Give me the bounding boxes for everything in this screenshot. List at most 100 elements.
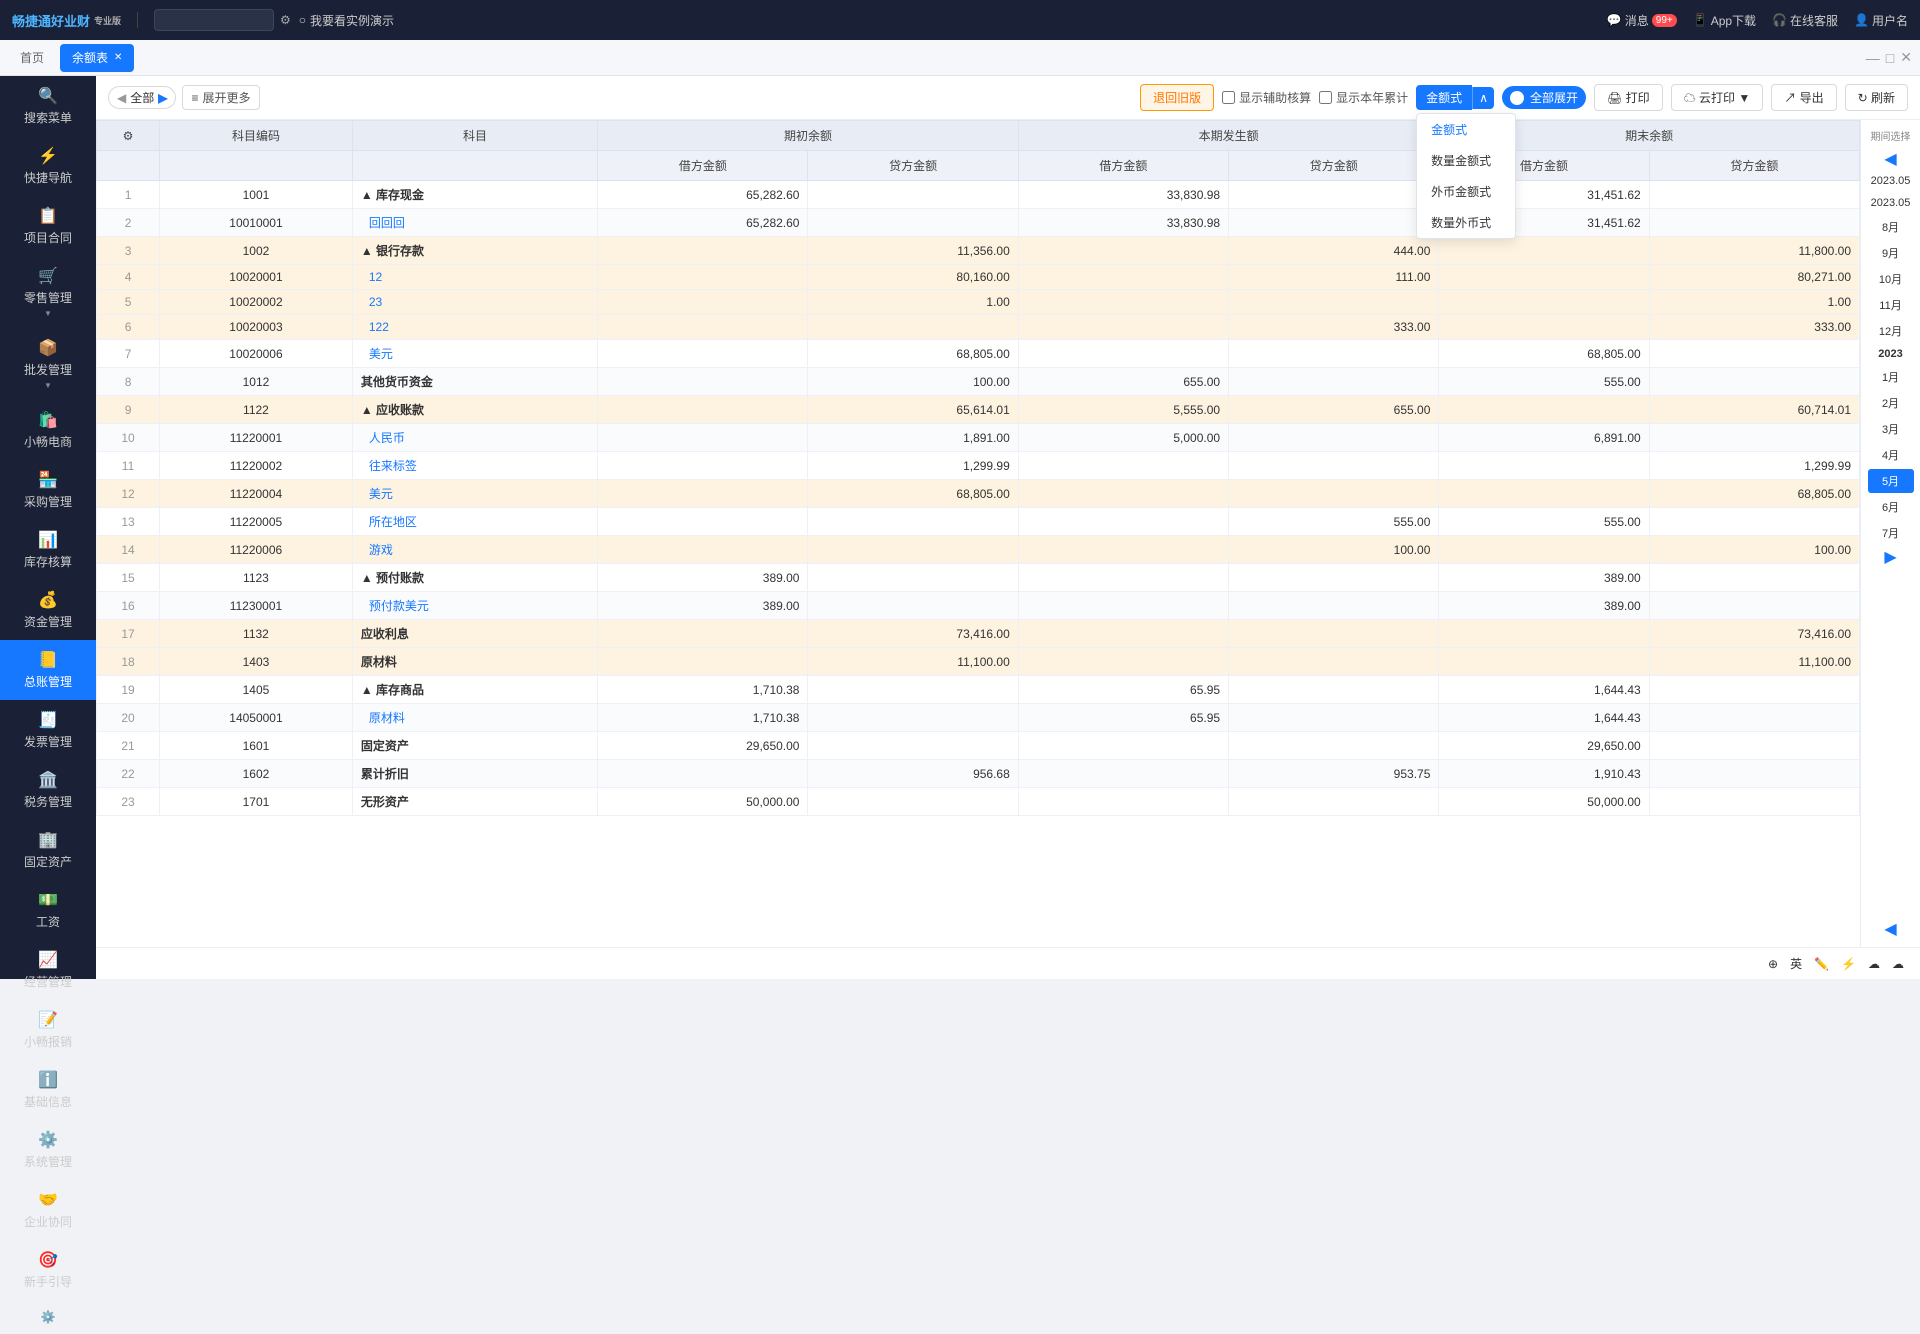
cell-eb-credit bbox=[1649, 676, 1859, 704]
sidebar-item-quicknav[interactable]: ⚡ 快捷导航 bbox=[0, 136, 96, 196]
mode-main-btn[interactable]: 金额式 bbox=[1416, 85, 1472, 110]
cell-cur-debit: 5,555.00 bbox=[1018, 396, 1228, 424]
cell-eb-credit: 333.00 bbox=[1649, 315, 1859, 340]
mode-arrow-btn[interactable]: ∧ bbox=[1472, 87, 1494, 109]
sidebar-item-assets[interactable]: 🏢 固定资产 bbox=[0, 820, 96, 880]
cell-ob-credit bbox=[808, 704, 1018, 732]
expand-btn[interactable]: ≡ 展开更多 bbox=[182, 85, 259, 110]
sidebar-item-accounting[interactable]: 📒 总账管理 bbox=[0, 640, 96, 700]
period-nav-next[interactable]: ▶ bbox=[1884, 547, 1896, 567]
tab-close-btn[interactable]: ✕ bbox=[114, 52, 122, 63]
sidebar-item-capital[interactable]: 💰 资金管理 bbox=[0, 580, 96, 640]
message-btn[interactable]: 💬 消息 99+ bbox=[1607, 12, 1677, 29]
period-3[interactable]: 3月 bbox=[1868, 417, 1914, 441]
accounting-icon: 📒 bbox=[38, 650, 58, 670]
sidebar-settings[interactable]: ⚙️ bbox=[0, 1300, 96, 1334]
sidebar-item-system[interactable]: ⚙️ 系统管理 bbox=[0, 1120, 96, 1180]
window-maximize-btn[interactable]: □ bbox=[1886, 50, 1894, 66]
mode-option-amount[interactable]: 金额式 bbox=[1417, 114, 1515, 145]
settings-top-icon[interactable]: ⚙ bbox=[280, 13, 291, 27]
sidebar-item-report[interactable]: 📝 小畅报销 bbox=[0, 1000, 96, 1060]
period-4[interactable]: 4月 bbox=[1868, 443, 1914, 467]
sidebar-item-retail[interactable]: 🛒 零售管理 ▼ bbox=[0, 256, 96, 328]
sidebar-item-guide[interactable]: 🎯 新手引导 bbox=[0, 1240, 96, 1300]
window-close-btn[interactable]: ✕ bbox=[1900, 49, 1912, 66]
service-btn[interactable]: 🎧 在线客服 bbox=[1772, 12, 1838, 29]
cell-cur-credit: 555.00 bbox=[1229, 508, 1439, 536]
period-nav-prev[interactable]: ◀ bbox=[1884, 149, 1896, 169]
sidebar-item-project[interactable]: 📋 项目合同 bbox=[0, 196, 96, 256]
arrow-left-icon[interactable]: ◀ bbox=[117, 91, 126, 105]
show-assist-checkbox[interactable]: 显示辅助核算 bbox=[1222, 89, 1311, 106]
balance-table-wrapper: ⚙ 科目编码 科目 期初余额 本期发生额 期末余额 借方金额 bbox=[96, 120, 1860, 947]
status-icon-5[interactable]: ☁ bbox=[1892, 957, 1904, 971]
status-icon-1[interactable]: ⊕ bbox=[1768, 957, 1778, 971]
sidebar-item-search[interactable]: 🔍 搜索菜单 bbox=[0, 76, 96, 136]
cell-code: 1002 bbox=[160, 237, 353, 265]
cloud-print-btn[interactable]: ☁ 云打印 ▼ bbox=[1671, 84, 1764, 111]
sidebar-item-tax[interactable]: 🏛️ 税务管理 bbox=[0, 760, 96, 820]
sidebar-item-inventory[interactable]: 📊 库存核算 bbox=[0, 520, 96, 580]
account-search-box[interactable]: ◀ 全部 ▶ bbox=[108, 86, 176, 109]
sidebar-item-purchase[interactable]: 🏪 采购管理 bbox=[0, 460, 96, 520]
period-2023-05-a[interactable]: 2023.05 bbox=[1868, 171, 1914, 191]
arrow-right-icon[interactable]: ▶ bbox=[158, 91, 167, 105]
period-7[interactable]: 7月 bbox=[1868, 521, 1914, 545]
period-9[interactable]: 9月 bbox=[1868, 241, 1914, 265]
cooperation-icon: 🤝 bbox=[38, 1190, 58, 1210]
period-2[interactable]: 2月 bbox=[1868, 391, 1914, 415]
period-6[interactable]: 6月 bbox=[1868, 495, 1914, 519]
cell-name: 其他货币资金 bbox=[352, 368, 597, 396]
sidebar-item-ecommerce[interactable]: 🛍️ 小畅电商 bbox=[0, 400, 96, 460]
sidebar-item-cooperation[interactable]: 🤝 企业协同 bbox=[0, 1180, 96, 1240]
cell-cur-credit bbox=[1229, 676, 1439, 704]
top-search-input[interactable] bbox=[154, 9, 274, 31]
user-avatar[interactable]: 👤 用户名 bbox=[1854, 12, 1908, 29]
sidebar-item-basic[interactable]: ℹ️ 基础信息 bbox=[0, 1060, 96, 1120]
print-btn[interactable]: 🖨 打印 bbox=[1594, 84, 1663, 111]
period-8[interactable]: 8月 bbox=[1868, 215, 1914, 239]
mode-dropdown-btn[interactable]: 金额式 ∧ 金额式 数量金额式 外币金额式 bbox=[1416, 85, 1494, 110]
mode-option-foreign-amount[interactable]: 外币金额式 bbox=[1417, 176, 1515, 207]
period-12[interactable]: 12月 bbox=[1868, 319, 1914, 343]
period-11[interactable]: 11月 bbox=[1868, 293, 1914, 317]
status-icon-3[interactable]: ⚡ bbox=[1841, 957, 1856, 971]
cell-name: 原材料 bbox=[352, 648, 597, 676]
period-10[interactable]: 10月 bbox=[1868, 267, 1914, 291]
col-settings[interactable]: ⚙ bbox=[97, 121, 160, 151]
cell-ob-debit bbox=[598, 480, 808, 508]
return-old-btn[interactable]: 退回旧版 bbox=[1140, 84, 1214, 111]
window-minimize-btn[interactable]: — bbox=[1866, 50, 1880, 66]
demo-link[interactable]: ○ 我要看实例演示 bbox=[299, 12, 394, 29]
export-btn[interactable]: ↗ 导出 bbox=[1771, 84, 1836, 111]
cell-ob-debit: 65,282.60 bbox=[598, 181, 808, 209]
collapse-panel-btn[interactable]: ◀ bbox=[1884, 921, 1896, 938]
expand-all-toggle[interactable]: 全部展开 bbox=[1502, 86, 1586, 109]
annual-checkbox-input[interactable] bbox=[1319, 91, 1332, 104]
basic-icon: ℹ️ bbox=[38, 1070, 58, 1090]
period-2023-05-b[interactable]: 2023.05 bbox=[1868, 193, 1914, 213]
cell-no: 13 bbox=[97, 508, 160, 536]
period-1[interactable]: 1月 bbox=[1868, 365, 1914, 389]
tab-home[interactable]: 首页 bbox=[8, 44, 56, 72]
sidebar-item-salary[interactable]: 💵 工资 bbox=[0, 880, 96, 940]
status-icon-4[interactable]: ☁ bbox=[1868, 957, 1880, 971]
download-btn[interactable]: 📱 App下载 bbox=[1693, 12, 1756, 29]
cell-no: 11 bbox=[97, 452, 160, 480]
show-annual-checkbox[interactable]: 显示本年累计 bbox=[1319, 89, 1408, 106]
status-icon-2[interactable]: ✏️ bbox=[1814, 957, 1829, 971]
refresh-btn[interactable]: ↻ 刷新 bbox=[1845, 84, 1908, 111]
period-5[interactable]: 5月 bbox=[1868, 469, 1914, 493]
mode-option-qty-foreign[interactable]: 数量外币式 bbox=[1417, 207, 1515, 238]
sidebar-item-invoice[interactable]: 🧾 发票管理 bbox=[0, 700, 96, 760]
cell-no: 5 bbox=[97, 290, 160, 315]
status-lang[interactable]: 英 bbox=[1790, 955, 1802, 972]
sidebar-item-wholesale[interactable]: 📦 批发管理 ▼ bbox=[0, 328, 96, 400]
tab-balance[interactable]: 余额表 ✕ bbox=[60, 44, 134, 72]
table-settings-icon[interactable]: ⚙ bbox=[123, 129, 134, 143]
sidebar-item-operations[interactable]: 📈 经营管理 bbox=[0, 940, 96, 1000]
purchase-icon: 🏪 bbox=[38, 470, 58, 490]
operations-icon: 📈 bbox=[38, 950, 58, 970]
assist-checkbox-input[interactable] bbox=[1222, 91, 1235, 104]
mode-option-qty-amount[interactable]: 数量金额式 bbox=[1417, 145, 1515, 176]
